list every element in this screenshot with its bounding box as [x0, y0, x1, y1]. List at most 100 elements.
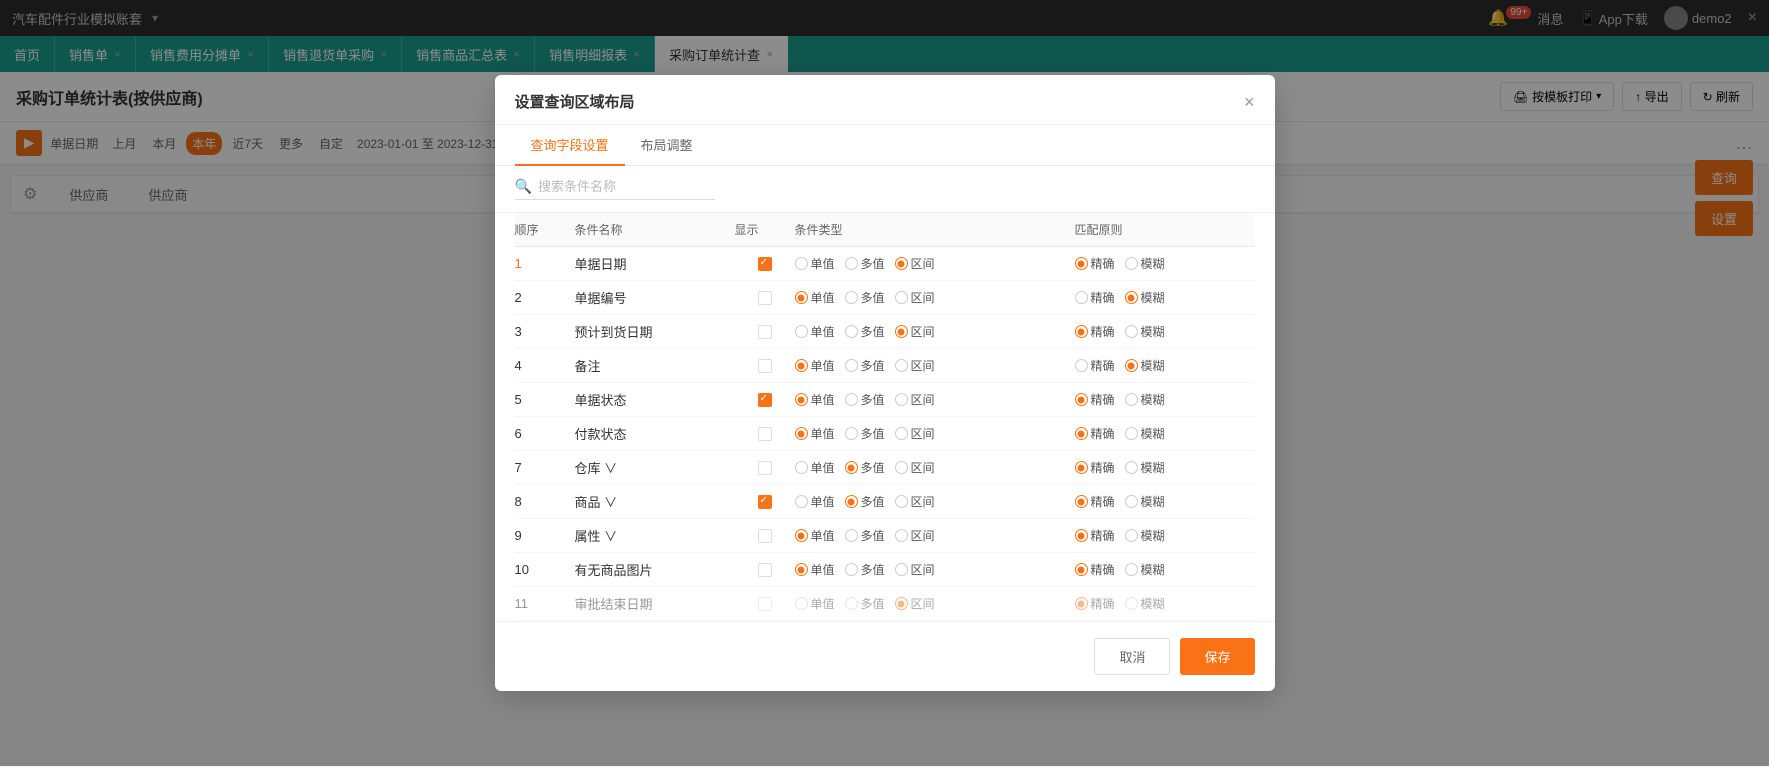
- type-range-3[interactable]: 区间: [895, 323, 935, 340]
- type-multi-10[interactable]: 多值: [845, 561, 885, 578]
- dialog-tabs: 查询字段设置 布局调整: [495, 125, 1275, 166]
- match-fuzzy-5[interactable]: 模糊: [1125, 391, 1165, 408]
- match-exact-8[interactable]: 精确: [1075, 493, 1115, 510]
- match-exact-5[interactable]: 精确: [1075, 391, 1115, 408]
- display-checkbox-7[interactable]: [758, 461, 772, 475]
- display-checkbox-2[interactable]: [758, 291, 772, 305]
- display-checkbox-6[interactable]: [758, 427, 772, 441]
- dialog-tab-layout[interactable]: 布局调整: [625, 125, 709, 166]
- match-exact-4[interactable]: 精确: [1075, 357, 1115, 374]
- type-range-10[interactable]: 区间: [895, 561, 935, 578]
- dialog-close-button[interactable]: ×: [1244, 93, 1255, 111]
- dialog-table: 顺序 条件名称 显示 条件类型 匹配原则 1 单据日期 单值 多值 区间: [495, 213, 1275, 621]
- match-exact-6[interactable]: 精确: [1075, 425, 1115, 442]
- table-row: 5 单据状态 单值 多值 区间 精确 模糊: [515, 383, 1255, 417]
- type-single-4[interactable]: 单值: [795, 357, 835, 374]
- type-multi-3[interactable]: 多值: [845, 323, 885, 340]
- cell-name-5: 单据状态: [575, 390, 735, 409]
- head-type: 条件类型: [795, 221, 1075, 238]
- type-range-8[interactable]: 区间: [895, 493, 935, 510]
- type-range-7[interactable]: 区间: [895, 459, 935, 476]
- table-head-row: 顺序 条件名称 显示 条件类型 匹配原则: [515, 213, 1255, 247]
- display-checkbox-8[interactable]: [758, 495, 772, 509]
- display-checkbox-11[interactable]: [758, 597, 772, 611]
- match-fuzzy-11[interactable]: 模糊: [1125, 595, 1165, 612]
- type-range-2[interactable]: 区间: [895, 289, 935, 306]
- cell-name-7: 仓库 ∨: [575, 458, 735, 477]
- type-single-3[interactable]: 单值: [795, 323, 835, 340]
- type-single-9[interactable]: 单值: [795, 527, 835, 544]
- type-single-11[interactable]: 单值: [795, 595, 835, 612]
- type-multi-6[interactable]: 多值: [845, 425, 885, 442]
- match-fuzzy-9[interactable]: 模糊: [1125, 527, 1165, 544]
- cell-match-7: 精确 模糊: [1075, 459, 1275, 476]
- cell-name-10: 有无商品图片: [575, 560, 735, 579]
- cell-display-5: [735, 393, 795, 407]
- cell-name-2: 单据编号: [575, 288, 735, 307]
- cell-display-6: [735, 427, 795, 441]
- type-single-7[interactable]: 单值: [795, 459, 835, 476]
- cell-match-5: 精确 模糊: [1075, 391, 1275, 408]
- table-row: 10 有无商品图片 单值 多值 区间 精确 模糊: [515, 553, 1255, 587]
- type-single-10[interactable]: 单值: [795, 561, 835, 578]
- match-fuzzy-2[interactable]: 模糊: [1125, 289, 1165, 306]
- cell-display-11: [735, 597, 795, 611]
- type-single-6[interactable]: 单值: [795, 425, 835, 442]
- match-exact-2[interactable]: 精确: [1075, 289, 1115, 306]
- match-exact-10[interactable]: 精确: [1075, 561, 1115, 578]
- cell-name-9: 属性 ∨: [575, 526, 735, 545]
- match-fuzzy-6[interactable]: 模糊: [1125, 425, 1165, 442]
- cancel-button[interactable]: 取消: [1094, 638, 1170, 675]
- match-fuzzy-7[interactable]: 模糊: [1125, 459, 1165, 476]
- cell-match-4: 精确 模糊: [1075, 357, 1275, 374]
- match-fuzzy-3[interactable]: 模糊: [1125, 323, 1165, 340]
- match-exact-9[interactable]: 精确: [1075, 527, 1115, 544]
- display-checkbox-3[interactable]: [758, 325, 772, 339]
- cell-match-6: 精确 模糊: [1075, 425, 1275, 442]
- type-range-5[interactable]: 区间: [895, 391, 935, 408]
- match-fuzzy-4[interactable]: 模糊: [1125, 357, 1165, 374]
- display-checkbox-9[interactable]: [758, 529, 772, 543]
- type-multi-11[interactable]: 多值: [845, 595, 885, 612]
- cell-type-1: 单值 多值 区间: [795, 255, 1075, 272]
- type-range-9[interactable]: 区间: [895, 527, 935, 544]
- display-checkbox-4[interactable]: [758, 359, 772, 373]
- type-single-5[interactable]: 单值: [795, 391, 835, 408]
- type-range-6[interactable]: 区间: [895, 425, 935, 442]
- cell-match-10: 精确 模糊: [1075, 561, 1275, 578]
- table-row: 6 付款状态 单值 多值 区间 精确 模糊: [515, 417, 1255, 451]
- search-input[interactable]: [538, 179, 698, 194]
- modal-overlay: 设置查询区域布局 × 查询字段设置 布局调整 🔍 顺序 条件名称: [0, 0, 1769, 766]
- display-checkbox-1[interactable]: [758, 257, 772, 271]
- type-multi-9[interactable]: 多值: [845, 527, 885, 544]
- match-fuzzy-8[interactable]: 模糊: [1125, 493, 1165, 510]
- cell-display-7: [735, 461, 795, 475]
- cell-order-7: 7: [515, 460, 575, 475]
- type-range-1[interactable]: 区间: [895, 255, 935, 272]
- type-single-1[interactable]: 单值: [795, 255, 835, 272]
- type-multi-8[interactable]: 多值: [845, 493, 885, 510]
- cell-type-3: 单值 多值 区间: [795, 323, 1075, 340]
- type-multi-2[interactable]: 多值: [845, 289, 885, 306]
- dialog-tab-fields[interactable]: 查询字段设置: [515, 125, 625, 166]
- match-exact-3[interactable]: 精确: [1075, 323, 1115, 340]
- match-exact-11[interactable]: 精确: [1075, 595, 1115, 612]
- cell-order-10: 10: [515, 562, 575, 577]
- match-fuzzy-1[interactable]: 模糊: [1125, 255, 1165, 272]
- display-checkbox-10[interactable]: [758, 563, 772, 577]
- match-fuzzy-10[interactable]: 模糊: [1125, 561, 1165, 578]
- type-multi-7[interactable]: 多值: [845, 459, 885, 476]
- cell-order-9: 9: [515, 528, 575, 543]
- display-checkbox-5[interactable]: [758, 393, 772, 407]
- type-single-2[interactable]: 单值: [795, 289, 835, 306]
- dialog-footer: 取消 保存: [495, 621, 1275, 691]
- match-exact-7[interactable]: 精确: [1075, 459, 1115, 476]
- type-range-11[interactable]: 区间: [895, 595, 935, 612]
- type-single-8[interactable]: 单值: [795, 493, 835, 510]
- type-multi-5[interactable]: 多值: [845, 391, 885, 408]
- type-multi-1[interactable]: 多值: [845, 255, 885, 272]
- type-multi-4[interactable]: 多值: [845, 357, 885, 374]
- type-range-4[interactable]: 区间: [895, 357, 935, 374]
- match-exact-1[interactable]: 精确: [1075, 255, 1115, 272]
- save-button[interactable]: 保存: [1180, 638, 1254, 675]
